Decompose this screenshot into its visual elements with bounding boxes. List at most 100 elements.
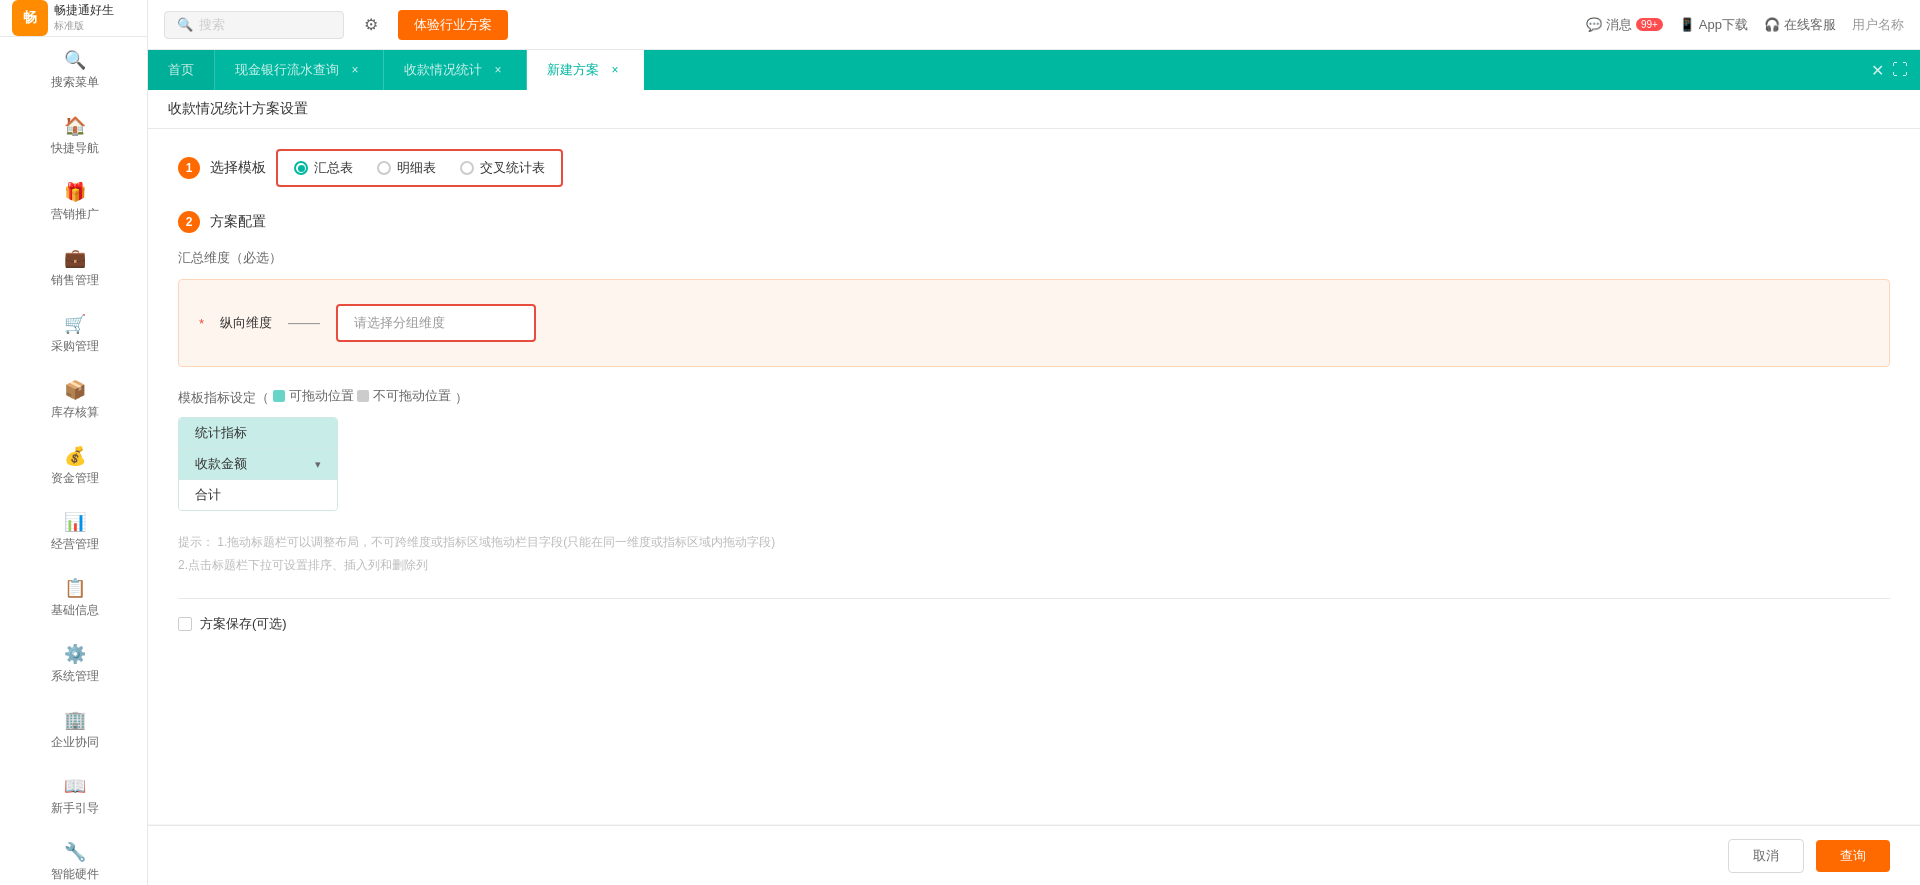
- indicators-section: 模板指标设定（ 可拖动位置 不可拖动位置 ）: [178, 387, 1890, 574]
- step1-header: 1 选择模板 汇总表 明细表 交叉统计表: [178, 149, 1890, 187]
- sidebar-item-label: 资金管理: [51, 470, 99, 487]
- sidebar-item-hardware[interactable]: 🔧 智能硬件: [0, 829, 147, 885]
- sidebar-item-label: 企业协同: [51, 734, 99, 751]
- search-box[interactable]: 🔍 搜索: [164, 11, 344, 39]
- stats-table-header-label: 统计指标: [195, 424, 247, 442]
- save-checkbox-label[interactable]: 方案保存(可选): [178, 615, 1890, 633]
- inventory-icon: 📦: [64, 379, 86, 401]
- sidebar-item-label: 经营管理: [51, 536, 99, 553]
- topbar-actions: 💬 消息 99+ 📱 App下载 🎧 在线客服 用户名称: [1586, 16, 1904, 34]
- online-service-btn[interactable]: 🎧 在线客服: [1764, 16, 1836, 34]
- stats-column-label: 收款金额: [195, 455, 247, 473]
- tabbar: 首页 现金银行流水查询 × 收款情况统计 × 新建方案 × ✕ ⛶: [148, 50, 1920, 90]
- step2-title: 方案配置: [210, 213, 266, 231]
- sidebar-item-label: 智能硬件: [51, 866, 99, 883]
- radio-detail[interactable]: 明细表: [377, 159, 436, 177]
- online-service-label: 在线客服: [1784, 16, 1836, 34]
- tab-bank-flow[interactable]: 现金银行流水查询 ×: [215, 50, 384, 90]
- sidebar-item-quick-nav[interactable]: 🏠 快捷导航: [0, 103, 147, 169]
- tab-collection-stats[interactable]: 收款情况统计 ×: [384, 50, 527, 90]
- tab-close-all-icon[interactable]: ✕: [1871, 61, 1884, 80]
- message-icon: 💬: [1586, 17, 1602, 32]
- template-radio-group: 汇总表 明细表 交叉统计表: [276, 149, 563, 187]
- sidebar-item-basic-info[interactable]: 📋 基础信息: [0, 565, 147, 631]
- tab-new-plan-label: 新建方案: [547, 61, 599, 79]
- stats-table: 统计指标 收款金额 ▾ 合计: [178, 417, 338, 511]
- tabbar-controls: ✕ ⛶: [1859, 61, 1920, 80]
- search-icon: 🔍: [177, 17, 193, 32]
- sidebar-item-search-menu[interactable]: 🔍 搜索菜单: [0, 37, 147, 103]
- marketing-icon: 🎁: [64, 181, 86, 203]
- sidebar-item-inventory[interactable]: 📦 库存核算: [0, 367, 147, 433]
- finance-icon: 💰: [64, 445, 86, 467]
- save-label: 方案保存(可选): [200, 615, 287, 633]
- sidebar-item-marketing[interactable]: 🎁 营销推广: [0, 169, 147, 235]
- sales-icon: 💼: [64, 247, 86, 269]
- dimension-select[interactable]: 请选择分组维度: [336, 304, 536, 342]
- stats-column-header[interactable]: 收款金额 ▾: [179, 448, 337, 479]
- indicators-header: 模板指标设定（ 可拖动位置 不可拖动位置 ）: [178, 387, 1890, 407]
- sidebar-item-label: 营销推广: [51, 206, 99, 223]
- breadcrumb: 收款情况统计方案设置: [168, 100, 308, 116]
- radio-cross[interactable]: 交叉统计表: [460, 159, 545, 177]
- dimension-arrow: ——: [288, 314, 320, 332]
- bottom-action-bar: 取消 查询: [148, 825, 1920, 885]
- sidebar-item-guide[interactable]: 📖 新手引导: [0, 763, 147, 829]
- sidebar-item-label: 销售管理: [51, 272, 99, 289]
- app-download-label: App下载: [1699, 16, 1748, 34]
- stats-table-row: 合计: [179, 479, 337, 510]
- required-mark: *: [199, 316, 204, 331]
- notification-label: 消息: [1606, 16, 1632, 34]
- step2-section: 2 方案配置 汇总维度（必选） * 纵向维度 —— 请选择分组维度: [178, 211, 1890, 574]
- non-draggable-indicator: [357, 390, 369, 402]
- config-area: 汇总维度（必选） * 纵向维度 —— 请选择分组维度: [178, 249, 1890, 574]
- sidebar-item-label: 系统管理: [51, 668, 99, 685]
- step1-title: 选择模板: [210, 159, 266, 177]
- sidebar-item-finance[interactable]: 💰 资金管理: [0, 433, 147, 499]
- user-info: 用户名称: [1852, 16, 1904, 34]
- footer-save-area: 方案保存(可选): [178, 598, 1890, 633]
- dimension-select-placeholder: 请选择分组维度: [354, 315, 445, 330]
- sidebar-item-label: 采购管理: [51, 338, 99, 355]
- step2-number: 2: [178, 211, 200, 233]
- radio-cross-dot: [460, 161, 474, 175]
- tab-collection-label: 收款情况统计: [404, 61, 482, 79]
- tab-collection-close[interactable]: ×: [490, 62, 506, 78]
- tab-new-plan[interactable]: 新建方案 ×: [527, 50, 644, 90]
- radio-summary[interactable]: 汇总表: [294, 159, 353, 177]
- tab-home[interactable]: 首页: [148, 50, 215, 90]
- download-icon: 📱: [1679, 17, 1695, 32]
- form-container: 1 选择模板 汇总表 明细表 交叉统计表: [148, 129, 1920, 824]
- save-checkbox[interactable]: [178, 617, 192, 631]
- query-button[interactable]: 查询: [1816, 840, 1890, 872]
- main-area: 🔍 搜索 ⚙ 体验行业方案 💬 消息 99+ 📱 App下载 🎧 在线客服 用户…: [148, 0, 1920, 885]
- search-menu-icon: 🔍: [64, 49, 86, 71]
- tab-new-plan-close[interactable]: ×: [607, 62, 623, 78]
- dimension-panel: * 纵向维度 —— 请选择分组维度: [178, 279, 1890, 367]
- cancel-button[interactable]: 取消: [1728, 839, 1804, 873]
- notification-btn[interactable]: 💬 消息 99+: [1586, 16, 1663, 34]
- tab-bank-flow-close[interactable]: ×: [347, 62, 363, 78]
- chevron-down-icon: ▾: [315, 458, 321, 471]
- step1-number: 1: [178, 157, 200, 179]
- settings-icon[interactable]: ⚙: [356, 10, 386, 40]
- industry-btn[interactable]: 体验行业方案: [398, 10, 508, 40]
- sidebar-item-sales[interactable]: 💼 销售管理: [0, 235, 147, 301]
- draggable-indicator: [273, 390, 285, 402]
- dimension-label: 汇总维度（必选）: [178, 249, 1890, 267]
- radio-cross-label: 交叉统计表: [480, 159, 545, 177]
- sidebar-item-system[interactable]: ⚙️ 系统管理: [0, 631, 147, 697]
- guide-icon: 📖: [64, 775, 86, 797]
- dimension-row: * 纵向维度 —— 请选择分组维度: [199, 304, 1869, 342]
- app-download-btn[interactable]: 📱 App下载: [1679, 16, 1748, 34]
- sidebar-item-label: 库存核算: [51, 404, 99, 421]
- hardware-icon: 🔧: [64, 841, 86, 863]
- logo-area: 畅 畅捷通好生 标准版: [0, 0, 147, 37]
- sidebar-item-management[interactable]: 📊 经营管理: [0, 499, 147, 565]
- sidebar-item-enterprise[interactable]: 🏢 企业协同: [0, 697, 147, 763]
- content-area: 收款情况统计方案设置 1 选择模板 汇总表 明细表: [148, 90, 1920, 825]
- radio-summary-label: 汇总表: [314, 159, 353, 177]
- tab-home-label: 首页: [168, 61, 194, 79]
- tab-expand-icon[interactable]: ⛶: [1892, 61, 1908, 79]
- sidebar-item-purchase[interactable]: 🛒 采购管理: [0, 301, 147, 367]
